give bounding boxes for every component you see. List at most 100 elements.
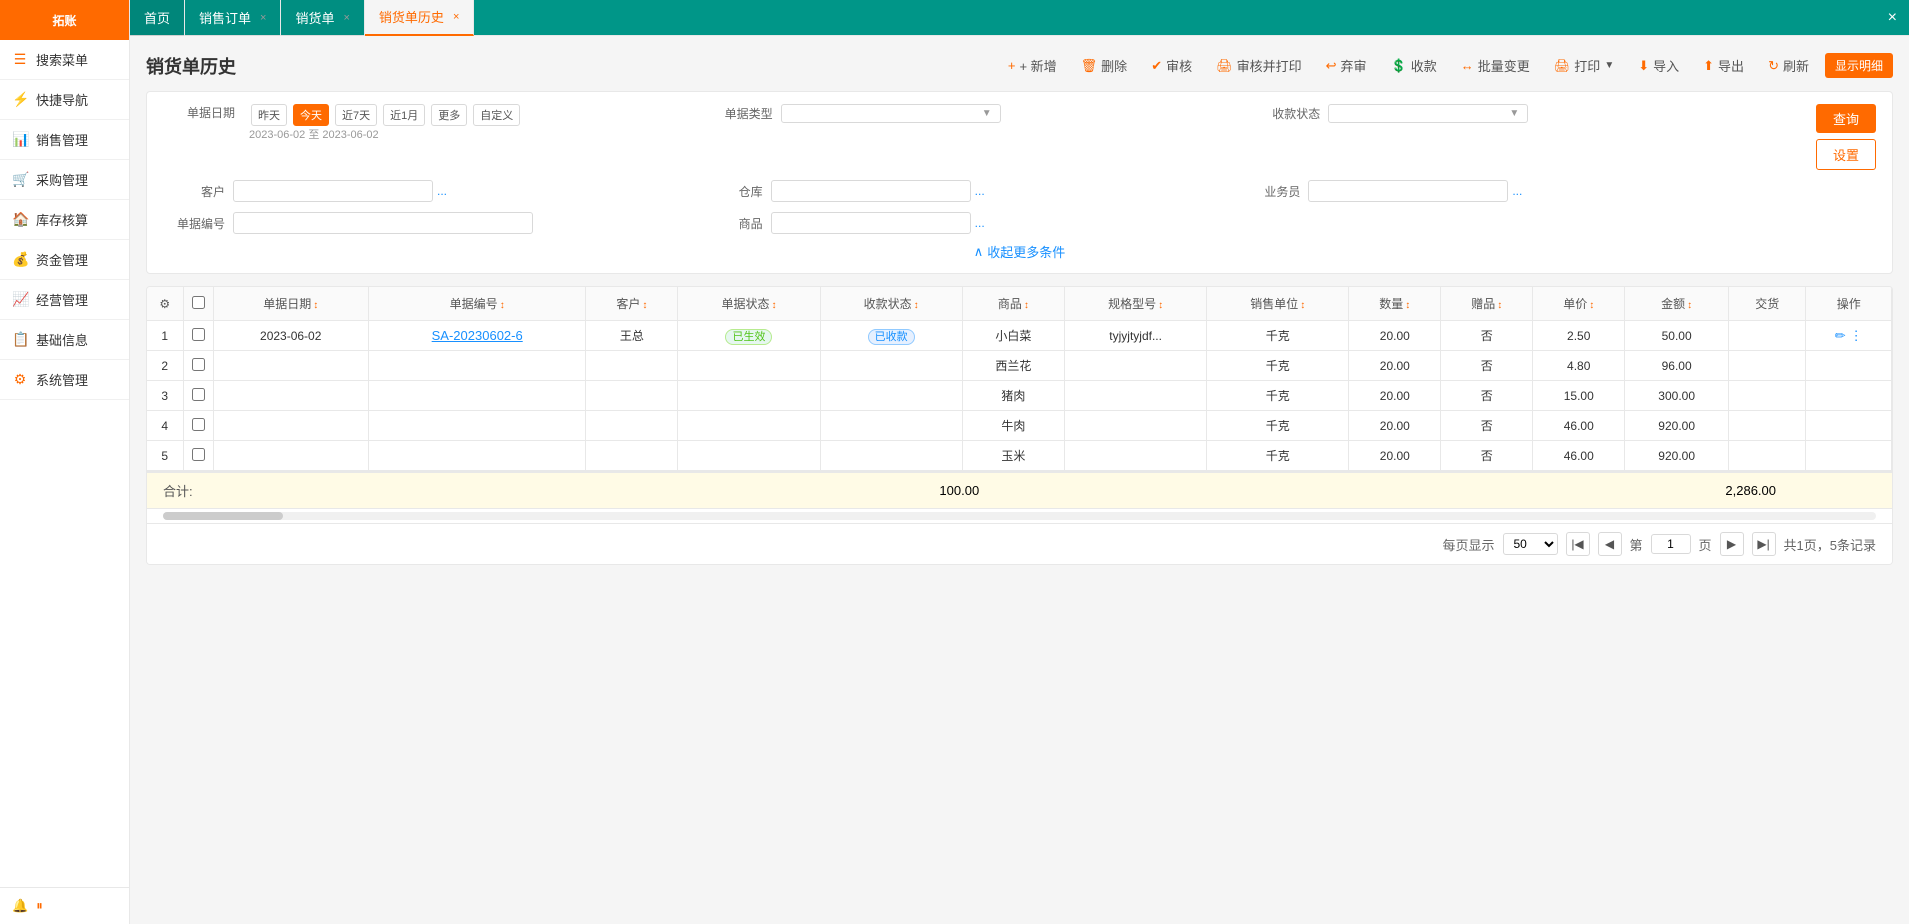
review-print-button[interactable]: 🖨 审核并打印 xyxy=(1208,52,1310,79)
filter-settings-button[interactable]: 设置 xyxy=(1816,139,1876,170)
tab-sales-order[interactable]: 销售订单 × xyxy=(185,0,281,36)
select-all-checkbox[interactable] xyxy=(192,296,205,309)
row-payment-status: 已收款 xyxy=(820,321,962,351)
window-close-btn[interactable]: × xyxy=(1876,9,1909,27)
row-date: 2023-06-02 xyxy=(213,321,368,351)
row-select-checkbox[interactable] xyxy=(192,358,205,371)
more-action[interactable]: ⋮ xyxy=(1850,328,1863,343)
th-date[interactable]: 单据日期↕ xyxy=(213,287,368,321)
row-checkbox[interactable] xyxy=(183,441,213,471)
row-checkbox[interactable] xyxy=(183,351,213,381)
doc-type-select[interactable]: ▼ xyxy=(781,104,1001,123)
prev-page-btn[interactable]: ◀ xyxy=(1598,532,1622,556)
row-select-checkbox[interactable] xyxy=(192,328,205,341)
th-goods[interactable]: 商品↕ xyxy=(962,287,1064,321)
show-details-button[interactable]: 显示明细 xyxy=(1825,53,1893,78)
page-number-input[interactable] xyxy=(1651,534,1691,554)
table-settings-col[interactable]: ⚙ xyxy=(147,287,183,321)
tab-sales-history-close[interactable]: × xyxy=(453,11,459,23)
goods-dots-btn[interactable]: ... xyxy=(975,216,985,230)
sidebar-item-search-menu[interactable]: ☰ 搜索菜单 xyxy=(0,40,129,80)
table-check-col[interactable] xyxy=(183,287,213,321)
discard-button[interactable]: ↩ 弃审 xyxy=(1318,52,1375,79)
row-doc-number xyxy=(368,351,585,381)
row-checkbox[interactable] xyxy=(183,381,213,411)
date-btn-7days[interactable]: 近7天 xyxy=(335,104,377,126)
salesperson-input[interactable] xyxy=(1308,180,1508,202)
date-btn-1month[interactable]: 近1月 xyxy=(383,104,425,126)
row-spec xyxy=(1065,441,1207,471)
scrollbar-track[interactable] xyxy=(163,512,1876,520)
tab-sales-goods[interactable]: 销货单 × xyxy=(281,0,364,36)
sidebar-item-operations[interactable]: 📈 经营管理 xyxy=(0,280,129,320)
warehouse-input[interactable] xyxy=(771,180,971,202)
print-button[interactable]: 🖨 打印 ▼ xyxy=(1546,52,1622,79)
sidebar-item-inventory[interactable]: 🏠 库存核算 xyxy=(0,200,129,240)
sidebar-item-basic-info[interactable]: 📋 基础信息 xyxy=(0,320,129,360)
collapse-filter-btn[interactable]: ∧ 收起更多条件 xyxy=(974,242,1066,261)
tab-sales-order-close[interactable]: × xyxy=(260,12,266,24)
row-unit: 千克 xyxy=(1207,351,1349,381)
row-select-checkbox[interactable] xyxy=(192,418,205,431)
doc-number-input[interactable] xyxy=(233,212,533,234)
th-price[interactable]: 单价↕ xyxy=(1533,287,1625,321)
tab-home[interactable]: 首页 xyxy=(130,0,185,36)
scrollbar-thumb[interactable] xyxy=(163,512,283,520)
notification-icon[interactable]: 🔔 xyxy=(12,898,28,914)
edit-action[interactable]: ✏ xyxy=(1835,328,1846,343)
delete-button[interactable]: 🗑 删除 xyxy=(1073,52,1136,79)
warehouse-dots-btn[interactable]: ... xyxy=(975,184,985,198)
date-btn-more[interactable]: 更多 xyxy=(431,104,467,126)
th-unit[interactable]: 销售单位↕ xyxy=(1207,287,1349,321)
last-page-btn[interactable]: ▶| xyxy=(1752,532,1776,556)
tab-sales-goods-close[interactable]: × xyxy=(343,12,349,24)
sidebar-item-quick-nav[interactable]: ⚡ 快捷导航 xyxy=(0,80,129,120)
refresh-button[interactable]: ↻ 刷新 xyxy=(1760,52,1817,79)
next-page-btn[interactable]: ▶ xyxy=(1720,532,1744,556)
date-btn-yesterday[interactable]: 昨天 xyxy=(251,104,287,126)
tab-sales-history[interactable]: 销货单历史 × xyxy=(365,0,474,36)
th-action: 操作 xyxy=(1806,287,1892,321)
th-gift[interactable]: 赠品↕ xyxy=(1441,287,1533,321)
export-button[interactable]: ⬆ 导出 xyxy=(1695,52,1752,79)
payment-status-select[interactable]: ▼ xyxy=(1328,104,1528,123)
th-amount[interactable]: 金额↕ xyxy=(1625,287,1729,321)
th-qty[interactable]: 数量↕ xyxy=(1349,287,1441,321)
export-icon: ⬆ xyxy=(1703,58,1714,74)
th-doc-status[interactable]: 单据状态↕ xyxy=(678,287,820,321)
sidebar-item-sys-mgmt[interactable]: ⚙ 系统管理 xyxy=(0,360,129,400)
review-button[interactable]: ✔ 审核 xyxy=(1143,52,1200,79)
row-select-checkbox[interactable] xyxy=(192,448,205,461)
th-payment-status[interactable]: 收款状态↕ xyxy=(820,287,962,321)
import-button[interactable]: ⬇ 导入 xyxy=(1630,52,1687,79)
sys-mgmt-icon: ⚙ xyxy=(12,371,28,388)
horizontal-scrollbar[interactable] xyxy=(147,508,1892,523)
th-doc-number[interactable]: 单据编号↕ xyxy=(368,287,585,321)
new-button[interactable]: + + 新增 xyxy=(1000,52,1065,79)
data-table-card: ⚙ 单据日期↕ 单据编号↕ 客户↕ 单据状态↕ 收款状态↕ 商品↕ 规格型号↕ … xyxy=(146,286,1893,565)
doc-number-link[interactable]: SA-20230602-6 xyxy=(432,328,523,343)
page-size-select[interactable]: 50 100 200 xyxy=(1503,533,1558,555)
sidebar-item-sales-mgmt[interactable]: 📊 销售管理 xyxy=(0,120,129,160)
inventory-icon: 🏠 xyxy=(12,211,28,228)
query-button[interactable]: 查询 xyxy=(1816,104,1876,133)
collect-button[interactable]: 💲 收款 xyxy=(1383,52,1445,79)
batch-change-button[interactable]: ↔ 批量变更 xyxy=(1453,52,1538,79)
customer-input[interactable] xyxy=(233,180,433,202)
date-btn-custom[interactable]: 自定义 xyxy=(473,104,520,126)
tab-sales-order-label: 销售订单 xyxy=(199,8,251,27)
row-payment-status xyxy=(820,411,962,441)
sidebar-item-purchase-mgmt[interactable]: 🛒 采购管理 xyxy=(0,160,129,200)
th-spec[interactable]: 规格型号↕ xyxy=(1065,287,1207,321)
pause-icon[interactable]: ⏸ xyxy=(36,898,43,914)
date-btn-today[interactable]: 今天 xyxy=(293,104,329,126)
customer-dots-btn[interactable]: ... xyxy=(437,184,447,198)
row-select-checkbox[interactable] xyxy=(192,388,205,401)
row-checkbox[interactable] xyxy=(183,411,213,441)
first-page-btn[interactable]: |◀ xyxy=(1566,532,1590,556)
row-checkbox[interactable] xyxy=(183,321,213,351)
th-customer[interactable]: 客户↕ xyxy=(586,287,678,321)
goods-input[interactable] xyxy=(771,212,971,234)
salesperson-dots-btn[interactable]: ... xyxy=(1512,184,1522,198)
sidebar-item-finance[interactable]: 💰 资金管理 xyxy=(0,240,129,280)
